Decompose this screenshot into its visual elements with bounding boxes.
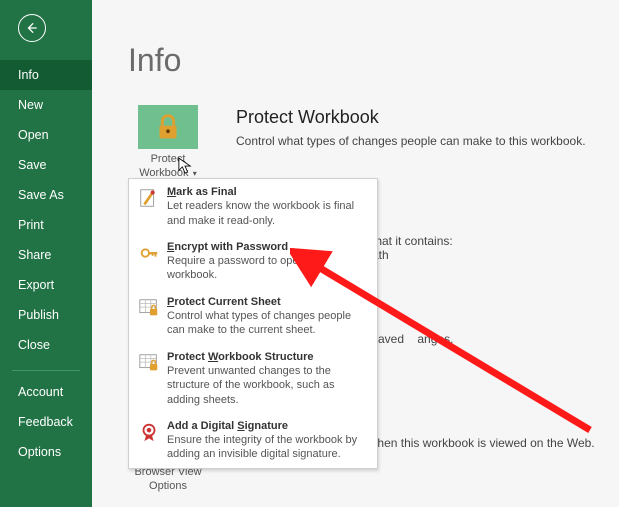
protect-workbook-button[interactable]: Protect Workbook ▾ — [128, 105, 208, 181]
menu-encrypt-with-password[interactable]: Encrypt with Password Require a password… — [129, 234, 377, 289]
mark-final-icon — [137, 186, 161, 210]
nav-print[interactable]: Print — [0, 210, 92, 240]
signature-icon — [137, 420, 161, 444]
nav-publish[interactable]: Publish — [0, 300, 92, 330]
protect-heading: Protect Workbook — [236, 107, 619, 128]
button-label: Protect Workbook ▾ — [128, 153, 208, 181]
nav-open[interactable]: Open — [0, 120, 92, 150]
nav-label: Export — [18, 278, 54, 292]
nav-label: Publish — [18, 308, 59, 322]
manage-fragment: saved anges. — [372, 332, 453, 346]
menu-desc: Control what types of changes people can… — [167, 310, 351, 336]
back-button[interactable] — [18, 14, 46, 42]
nav-share[interactable]: Share — [0, 240, 92, 270]
menu-protect-workbook-structure[interactable]: Protect Workbook Structure Prevent unwan… — [129, 344, 377, 413]
lock-icon — [138, 105, 198, 149]
button-label: Browser View Options — [128, 466, 208, 494]
nav-label: Info — [18, 68, 39, 82]
menu-desc: Require a password to open this workbook… — [167, 255, 325, 281]
nav-label: Share — [18, 248, 51, 262]
protect-structure-icon — [137, 351, 161, 375]
nav-save-as[interactable]: Save As — [0, 180, 92, 210]
backstage-sidebar: Info New Open Save Save As Print Share E… — [0, 0, 92, 507]
nav-separator — [12, 370, 80, 371]
nav-label: Save As — [18, 188, 64, 202]
page-title: Info — [128, 42, 619, 79]
nav-save[interactable]: Save — [0, 150, 92, 180]
nav-options[interactable]: Options — [0, 437, 92, 467]
nav-label: Close — [18, 338, 50, 352]
nav-label: Print — [18, 218, 44, 232]
nav-new[interactable]: New — [0, 90, 92, 120]
section-protect-workbook: Protect Workbook ▾ Protect Workbook Cont… — [128, 105, 619, 181]
nav-export[interactable]: Export — [0, 270, 92, 300]
menu-add-digital-signature[interactable]: Add a Digital Signature Ensure the integ… — [129, 413, 377, 468]
back-arrow-icon — [25, 21, 39, 35]
nav-label: Open — [18, 128, 49, 142]
nav-label: Options — [18, 445, 61, 459]
protect-description: Control what types of changes people can… — [236, 134, 619, 148]
menu-desc: Ensure the integrity of the workbook by … — [167, 434, 357, 460]
nav-label: New — [18, 98, 43, 112]
nav-label: Feedback — [18, 415, 73, 429]
nav-info[interactable]: Info — [0, 60, 92, 90]
menu-mark-as-final[interactable]: Mark as Final Let readers know the workb… — [129, 179, 377, 234]
nav-close[interactable]: Close — [0, 330, 92, 360]
cursor-icon — [178, 157, 192, 175]
menu-protect-current-sheet[interactable]: Protect Current Sheet Control what types… — [129, 289, 377, 344]
menu-desc: Prevent unwanted changes to the structur… — [167, 365, 335, 406]
nav-account[interactable]: Account — [0, 377, 92, 407]
nav-feedback[interactable]: Feedback — [0, 407, 92, 437]
nav-label: Account — [18, 385, 63, 399]
encrypt-icon — [137, 241, 161, 265]
inspect-fragment: that it contains: ath — [372, 234, 453, 262]
protect-sheet-icon — [137, 296, 161, 320]
menu-desc: Let readers know the workbook is final a… — [167, 200, 354, 226]
protect-workbook-menu: Mark as Final Let readers know the workb… — [128, 178, 378, 469]
nav-label: Save — [18, 158, 47, 172]
